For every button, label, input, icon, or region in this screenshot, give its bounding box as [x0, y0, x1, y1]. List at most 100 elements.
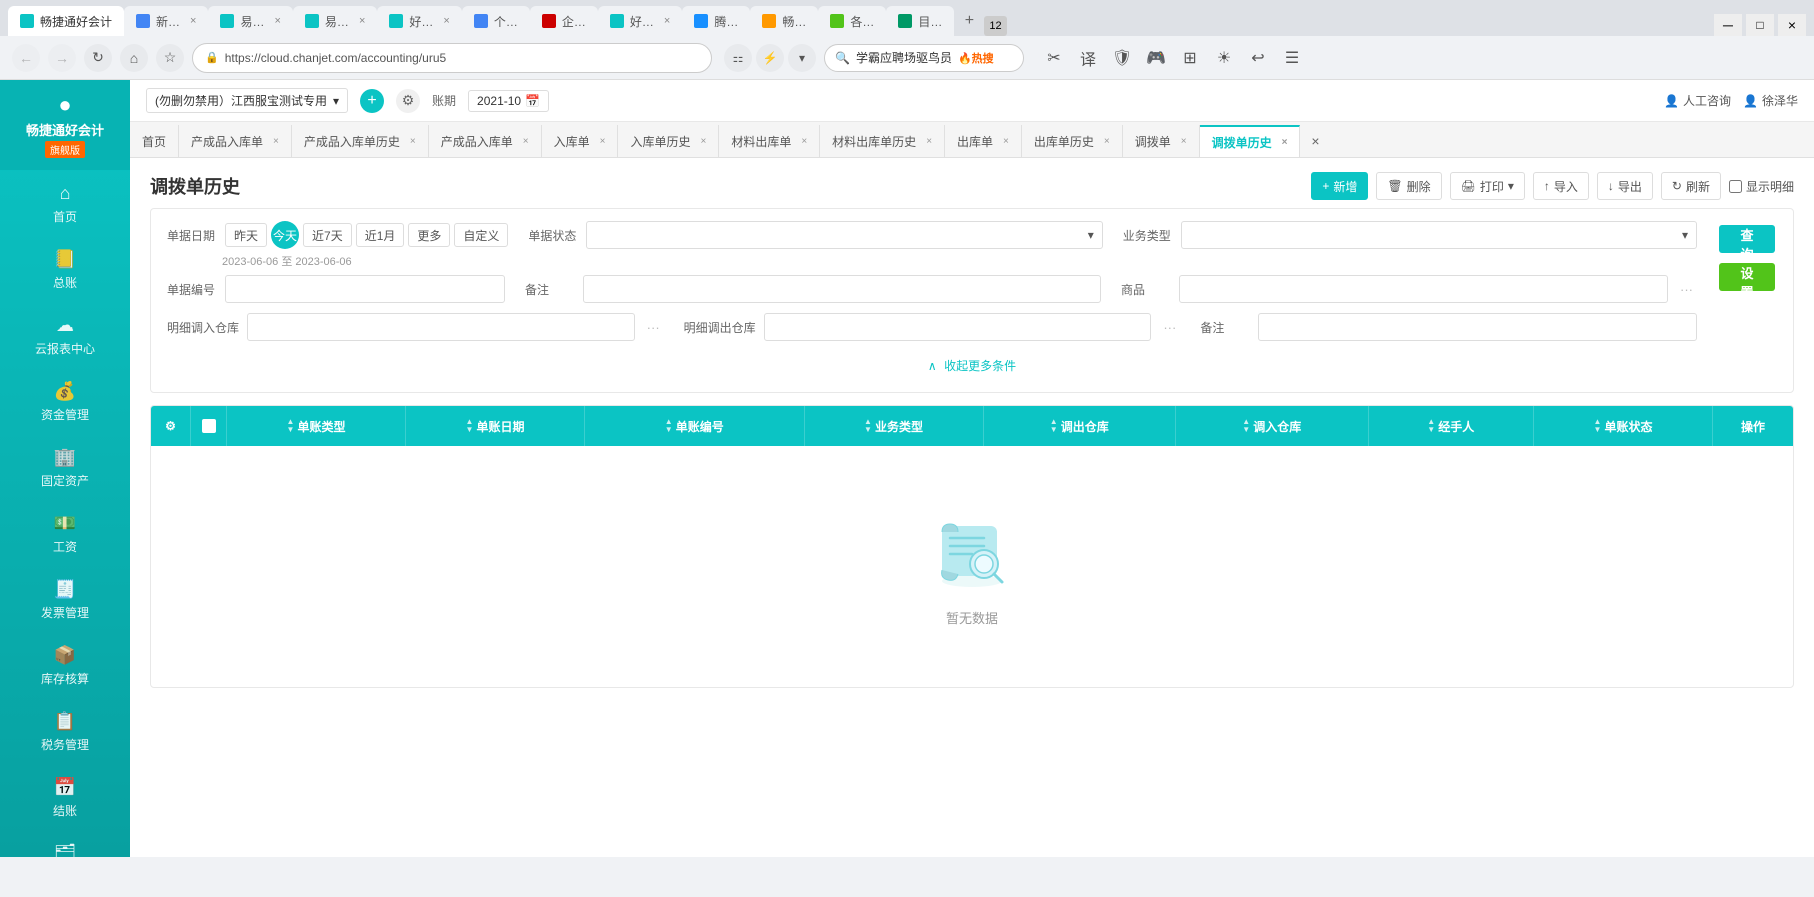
extensions-btn[interactable]: ⚏ [724, 44, 752, 72]
date-btn-today[interactable]: 今天 [271, 221, 299, 249]
sidebar-item-ledger[interactable]: 📒 总账 [0, 237, 130, 303]
sidebar-item-inventory[interactable]: 📦 库存核算 [0, 633, 130, 699]
tab-close-4[interactable]: × [443, 15, 449, 27]
goods-dots[interactable]: ··· [1676, 282, 1697, 297]
th-handler[interactable]: ▲▼ 经手人 [1369, 406, 1535, 446]
date-btn-custom[interactable]: 自定义 [454, 223, 508, 247]
print-btn[interactable]: 🖨 打印 ▾ [1450, 172, 1525, 200]
shield-icon[interactable]: 🛡 [1108, 44, 1136, 72]
tab-home[interactable]: 首页 [130, 125, 179, 157]
tab-product-in2-close[interactable]: × [523, 136, 529, 147]
remark2-input[interactable] [1258, 313, 1697, 341]
sidebar-item-tax[interactable]: 📋 税务管理 [0, 699, 130, 765]
th-in-wh[interactable]: ▲▼ 调入仓库 [1176, 406, 1369, 446]
bookmark-btn[interactable]: ☆ [156, 44, 184, 72]
collapse-bar[interactable]: ∧ 收起更多条件 [167, 351, 1777, 380]
set-btn[interactable]: 设置 [1719, 263, 1775, 291]
company-selector[interactable]: (勿删勿禁用）江西服宝测试专用 ▾ [146, 88, 348, 113]
tab-in-order[interactable]: 入库单 × [542, 125, 619, 157]
browser-tab-8[interactable]: 腾… [682, 6, 750, 36]
refresh-page-btn[interactable]: ↻ 刷新 [1661, 172, 1721, 200]
remark-input[interactable] [583, 275, 1101, 303]
close-btn[interactable]: × [1778, 14, 1806, 36]
th-status[interactable]: ▲▼ 单账状态 [1534, 406, 1713, 446]
back-btn[interactable]: ← [12, 44, 40, 72]
tab-close-3[interactable]: × [359, 15, 365, 27]
sidebar-item-reports[interactable]: ☁ 云报表中心 [0, 303, 130, 369]
close-all-tabs-btn[interactable]: × [1300, 125, 1330, 157]
query-btn[interactable]: 查询 [1719, 225, 1775, 253]
user-profile-btn[interactable]: 👤 徐泽华 [1743, 92, 1798, 109]
lightning-btn[interactable]: ⚡ [756, 44, 784, 72]
translate-icon[interactable]: 译 [1074, 44, 1102, 72]
browser-tab-chanjet[interactable]: 畅捷通好会计 [8, 6, 124, 36]
th-num[interactable]: ▲▼ 单账编号 [585, 406, 805, 446]
tab-transfer[interactable]: 调拨单 × [1123, 125, 1200, 157]
tab-material-out-history-close[interactable]: × [926, 136, 932, 147]
home-btn[interactable]: ⌂ [120, 44, 148, 72]
tab-in-order-close[interactable]: × [600, 136, 606, 147]
docnum-input[interactable] [225, 275, 505, 303]
export-btn[interactable]: ↓ 导出 [1597, 172, 1653, 200]
th-settings[interactable]: ⚙ [151, 406, 191, 446]
minimize-btn[interactable]: ─ [1714, 14, 1742, 36]
tab-product-in-history[interactable]: 产成品入库单历史 × [292, 125, 429, 157]
tab-product-in-close[interactable]: × [273, 136, 279, 147]
th-check[interactable] [191, 406, 227, 446]
tab-transfer-close[interactable]: × [1181, 136, 1187, 147]
browser-tab-1[interactable]: 新… × [124, 6, 208, 36]
tab-transfer-history[interactable]: 调拨单历史 × [1200, 125, 1301, 157]
show-columns-toggle[interactable]: 显示明细 [1729, 178, 1794, 195]
company-settings-btn[interactable]: ⚙ [396, 89, 420, 113]
browser-tab-9[interactable]: 畅… [750, 6, 818, 36]
dropdown-btn[interactable]: ▾ [788, 44, 816, 72]
browser-tab-10[interactable]: 各… [818, 6, 886, 36]
sidebar-item-home[interactable]: ⌂ 首页 [0, 171, 130, 237]
tab-material-out-close[interactable]: × [801, 136, 807, 147]
tab-out-order[interactable]: 出库单 × [945, 125, 1022, 157]
browser-tab-11[interactable]: 目… [886, 6, 954, 36]
address-bar[interactable]: 🔒 https://cloud.chanjet.com/accounting/u… [192, 43, 712, 73]
browser-search-box[interactable]: 🔍 学霸应聘场驱鸟员 🔥热搜 [824, 44, 1024, 72]
date-btn-more[interactable]: 更多 [408, 223, 450, 247]
browser-tab-3[interactable]: 易… × [293, 6, 377, 36]
tab-product-in2[interactable]: 产成品入库单 × [429, 125, 542, 157]
tab-close-2[interactable]: × [274, 15, 280, 27]
scissors-icon[interactable]: ✂ [1040, 44, 1068, 72]
tab-material-out-history[interactable]: 材料出库单历史 × [820, 125, 945, 157]
detail-out-input[interactable] [764, 313, 1152, 341]
history-icon[interactable]: ↩ [1244, 44, 1272, 72]
tab-material-out[interactable]: 材料出库单 × [719, 125, 820, 157]
grid-icon[interactable]: ⊞ [1176, 44, 1204, 72]
detail-in-dots[interactable]: ··· [643, 320, 664, 335]
period-selector[interactable]: 2021-10 📅 [468, 90, 549, 112]
tab-close-7[interactable]: × [664, 15, 670, 27]
sidebar-item-salary[interactable]: 💵 工资 [0, 501, 130, 567]
header-checkbox[interactable] [202, 419, 216, 433]
tab-product-in[interactable]: 产成品入库单 × [179, 125, 292, 157]
customer-service-btn[interactable]: 👤 人工咨询 [1664, 92, 1731, 109]
add-company-btn[interactable]: + [360, 89, 384, 113]
show-columns-checkbox[interactable] [1729, 180, 1742, 193]
sidebar-item-invoice[interactable]: 🧾 发票管理 [0, 567, 130, 633]
browser-tab-6[interactable]: 企… [530, 6, 598, 36]
th-type[interactable]: ▲▼ 单账类型 [227, 406, 406, 446]
th-out-wh[interactable]: ▲▼ 调出仓库 [984, 406, 1177, 446]
biztype-select[interactable]: ▾ [1181, 221, 1697, 249]
date-btn-yesterday[interactable]: 昨天 [225, 223, 267, 247]
gamepad-icon[interactable]: 🎮 [1142, 44, 1170, 72]
status-select[interactable]: ▾ [586, 221, 1102, 249]
tab-in-history-close[interactable]: × [700, 136, 706, 147]
menu-icon[interactable]: ☰ [1278, 44, 1306, 72]
th-biztype[interactable]: ▲▼ 业务类型 [805, 406, 984, 446]
forward-btn[interactable]: → [48, 44, 76, 72]
sidebar-item-assets[interactable]: 🏢 固定资产 [0, 435, 130, 501]
browser-tab-4[interactable]: 好… × [377, 6, 461, 36]
detail-out-dots[interactable]: ··· [1159, 320, 1180, 335]
new-btn[interactable]: + 新增 [1311, 172, 1368, 200]
tab-product-in-history-close[interactable]: × [410, 136, 416, 147]
import-btn[interactable]: ↑ 导入 [1533, 172, 1589, 200]
new-tab-button[interactable]: + [954, 6, 984, 36]
tab-out-order-close[interactable]: × [1003, 136, 1009, 147]
brightness-icon[interactable]: ☀ [1210, 44, 1238, 72]
